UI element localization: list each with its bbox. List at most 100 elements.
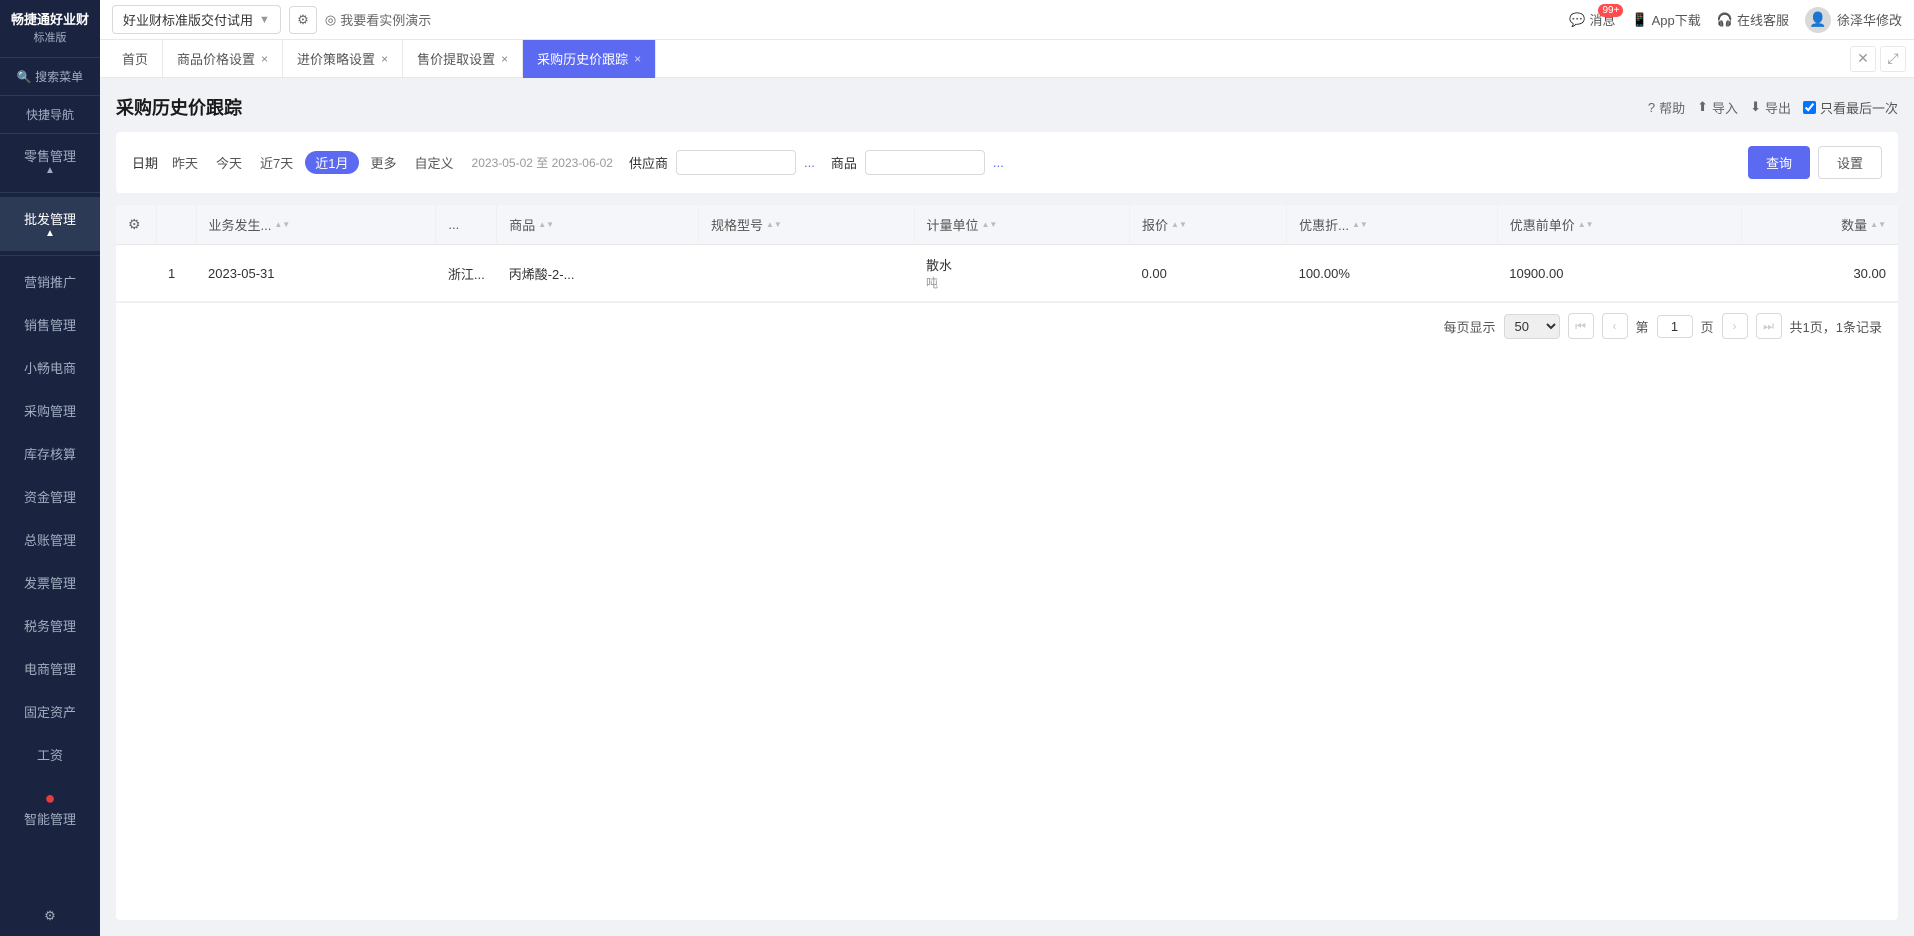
th-discount[interactable]: 优惠折... ▲▼ [1287,205,1498,245]
sidebar-item-label: 批发管理 [24,209,76,228]
query-button[interactable]: 查询 [1748,146,1810,179]
tab-close-icon[interactable]: × [501,52,508,66]
product-input[interactable] [865,150,985,175]
import-button[interactable]: ⬆ 导入 [1697,98,1738,117]
sort-icon: ▲▼ [274,221,290,229]
topbar-gear-button[interactable]: ⚙ [289,6,317,34]
tab-strategy[interactable]: 进价策略设置 × [283,40,403,78]
sidebar-search[interactable]: 🔍 搜索菜单 [0,58,100,96]
th-quote-label: 报价 [1142,215,1168,234]
date-option-more[interactable]: 更多 [365,151,403,174]
sidebar-item-ecommerce-small[interactable]: 小畅电商 [0,346,100,389]
sidebar-item-purchase[interactable]: 采购管理 [0,389,100,432]
column-settings-icon: ⚙ [128,216,141,232]
next-page-button[interactable]: › [1722,313,1748,339]
th-pre-discount-price[interactable]: 优惠前单价 ▲▼ [1497,205,1742,245]
sidebar-item-tax[interactable]: 税务管理 [0,604,100,647]
th-quantity[interactable]: 数量 ▲▼ [1742,205,1898,245]
tab-expand-button[interactable]: ⤢ [1880,46,1906,72]
supplier-input[interactable] [676,150,796,175]
sidebar-item-ecommerce[interactable]: 电商管理 [0,647,100,690]
last-only-checkbox[interactable] [1803,101,1816,114]
divider [0,192,100,193]
last-only-label: 只看最后一次 [1820,98,1898,117]
version-selector[interactable]: 好业财标准版交付试用 ▼ [112,5,281,34]
export-button[interactable]: ⬇ 导出 [1750,98,1791,117]
table-container: ⚙ 业务发生... ▲▼ ... [116,205,1898,920]
demo-button[interactable]: ◎ 我要看实例演示 [325,10,431,29]
sidebar-item-label: 采购管理 [24,401,76,420]
sidebar-item-sales[interactable]: 销售管理 [0,303,100,346]
tab-sale-price[interactable]: 售价提取设置 × [403,40,523,78]
sidebar-item-inventory[interactable]: 库存核算 [0,432,100,475]
tab-purchase-history-label: 采购历史价跟踪 [537,49,628,68]
message-button[interactable]: 💬 消息 99+ [1569,10,1615,29]
app-download-button[interactable]: 📱 App下载 [1631,10,1700,29]
th-quote[interactable]: 报价 ▲▼ [1130,205,1287,245]
version-text: 好业财标准版交付试用 [123,10,253,29]
th-gear[interactable]: ⚙ [116,205,156,245]
supplier-more-icon[interactable]: ... [804,155,815,170]
sidebar-item-smart[interactable]: ● 智能管理 [0,776,100,840]
cell-discount: 100.00% [1287,245,1498,302]
tab-price[interactable]: 商品价格设置 × [163,40,283,78]
online-service-button[interactable]: 🎧 在线客服 [1717,10,1789,29]
sidebar-item-invoice[interactable]: 发票管理 [0,561,100,604]
sidebar-item-marketing[interactable]: 营销推广 [0,260,100,303]
sort-icon: ▲▼ [1870,221,1886,229]
demo-text: 我要看实例演示 [340,10,431,29]
page-actions: ? 帮助 ⬆ 导入 ⬇ 导出 只看最后一次 [1648,98,1898,117]
help-icon: ? [1648,100,1655,115]
th-more[interactable]: ... [436,205,497,245]
tab-close-icon[interactable]: × [381,52,388,66]
sidebar-item-assets[interactable]: 固定资产 [0,690,100,733]
page-number-input[interactable] [1657,315,1693,338]
settings-button[interactable]: 设置 [1818,146,1882,179]
sidebar-gear-btn[interactable]: ⚙ [0,896,100,936]
import-icon: ⬆ [1697,99,1708,115]
tab-home[interactable]: 首页 [108,40,163,78]
sidebar-item-retail[interactable]: 零售管理 ▲ [0,134,100,188]
product-filter-label: 商品 [831,153,857,172]
tab-close-icon[interactable]: × [261,52,268,66]
tab-purchase-history[interactable]: 采购历史价跟踪 × [523,40,656,78]
filter-bar: 日期 昨天 今天 近7天 近1月 更多 自定义 2023-05-02 至 202… [116,132,1898,193]
sidebar-item-accounting[interactable]: 总账管理 [0,518,100,561]
date-option-last1m[interactable]: 近1月 [305,151,358,174]
table-row: 1 2023-05-31 浙江... 丙烯酸-2-... 散水吨 0.00 10… [116,245,1898,302]
quick-nav-label: 快捷导航 [26,108,74,122]
sidebar-item-finance[interactable]: 资金管理 [0,475,100,518]
prev-page-button[interactable]: ‹ [1602,313,1628,339]
user-icon: 👤 [1809,11,1826,28]
th-spec-label: 规格型号 [711,215,763,234]
th-date[interactable]: 业务发生... ▲▼ [196,205,436,245]
th-product[interactable]: 商品 ▲▼ [497,205,699,245]
message-icon: 💬 [1569,12,1585,28]
sidebar-item-label: 小畅电商 [24,358,76,377]
th-pre-discount-price-label: 优惠前单价 [1510,215,1575,234]
last-only-checkbox-group: 只看最后一次 [1803,98,1898,117]
date-option-custom[interactable]: 自定义 [409,151,460,174]
th-spec[interactable]: 规格型号 ▲▼ [698,205,914,245]
help-button[interactable]: ? 帮助 [1648,98,1685,117]
th-unit[interactable]: 计量单位 ▲▼ [914,205,1130,245]
last-page-button[interactable]: ⏭ [1756,313,1782,339]
user-menu[interactable]: 👤 徐泽华修改 [1805,7,1902,33]
product-more-icon[interactable]: ... [993,155,1004,170]
first-page-button[interactable]: ⏮ [1568,313,1594,339]
quick-nav[interactable]: 快捷导航 [0,96,100,134]
tab-panel-controls: ✕ ⤢ [1850,46,1914,72]
tab-close-icon[interactable]: × [634,52,641,66]
per-page-select[interactable]: 50 20 100 [1504,314,1560,339]
sort-icon: ▲▼ [1578,221,1594,229]
cell-quantity: 30.00 [1742,245,1898,302]
date-option-yesterday[interactable]: 昨天 [166,151,204,174]
date-option-today[interactable]: 今天 [210,151,248,174]
sidebar-item-wholesale[interactable]: 批发管理 ▲ [0,197,100,251]
date-option-last7[interactable]: 近7天 [254,151,299,174]
logo-subtitle: 标准版 [8,29,92,45]
date-filter-label: 日期 [132,153,158,172]
tab-close-button[interactable]: ✕ [1850,46,1876,72]
sidebar-item-salary[interactable]: 工资 [0,733,100,776]
headset-icon: 🎧 [1717,12,1733,28]
